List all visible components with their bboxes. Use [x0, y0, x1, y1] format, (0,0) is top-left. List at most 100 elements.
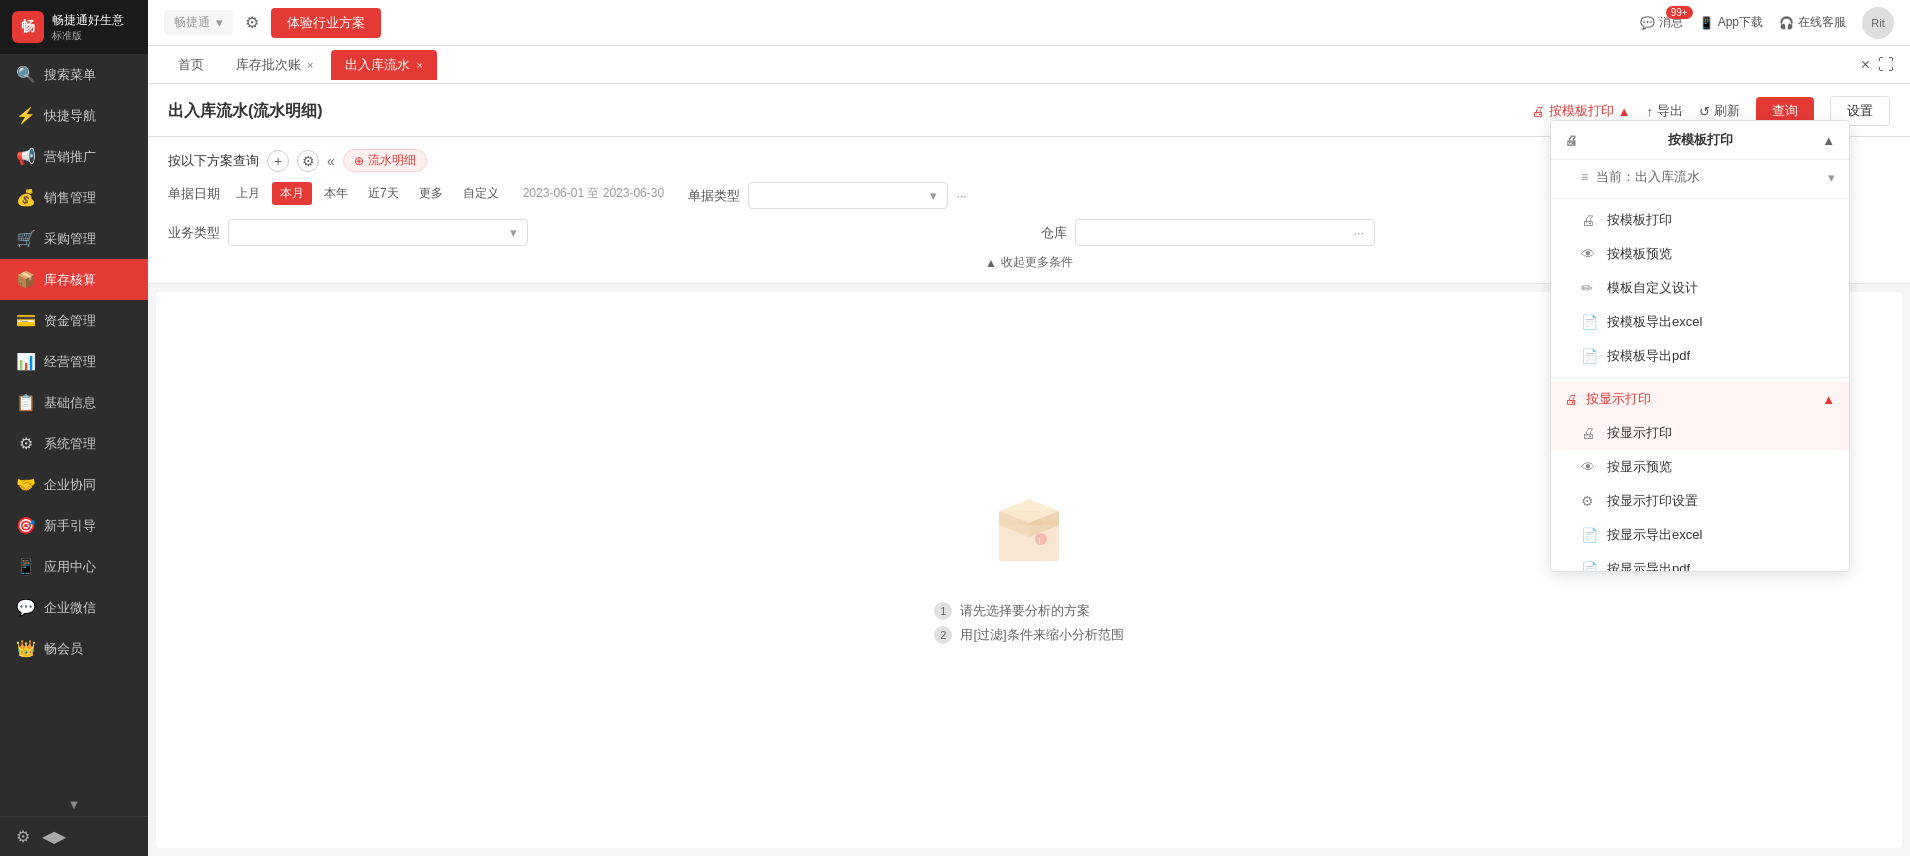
app-download-button[interactable]: 📱 App下载: [1699, 14, 1763, 31]
svg-point-6: [1035, 533, 1047, 545]
sidebar-item-wechat[interactable]: 💬 企业微信: [0, 587, 148, 628]
step-1-text: 请先选择要分析的方案: [960, 602, 1090, 620]
message-icon: 💬: [1640, 16, 1655, 30]
date-current-month[interactable]: 本月: [272, 182, 312, 205]
sidebar-item-finance-label: 资金管理: [44, 312, 96, 330]
tab-in-out-flow-close[interactable]: ×: [416, 59, 422, 71]
empty-state: ! 1 请先选择要分析的方案 2 用[过滤]条件来缩小分析范围: [934, 491, 1123, 650]
filter-business-type-label: 业务类型: [168, 224, 220, 242]
dropdown-header-icon: 🖨: [1565, 133, 1578, 148]
dropdown-item-template-export-pdf[interactable]: 📄 按模板导出pdf: [1551, 339, 1849, 373]
sidebar-footer: ⚙ ◀▶: [0, 816, 148, 856]
dropdown-collapse-arrow[interactable]: ▲: [1822, 133, 1835, 148]
tab-batch-ledger[interactable]: 库存批次账 ×: [222, 50, 327, 80]
topbar-user[interactable]: 畅捷通 ▾: [164, 10, 233, 35]
sidebar-item-system[interactable]: ⚙ 系统管理: [0, 423, 148, 464]
tab-in-out-flow[interactable]: 出入库流水 ×: [331, 50, 436, 80]
filter-business-type: 业务类型 ▾: [168, 219, 1017, 246]
topbar-actions: 💬 消息 99+ 📱 App下载 🎧 在线客服 Rit: [1640, 7, 1894, 39]
sidebar-item-beginner[interactable]: 🎯 新手引导: [0, 505, 148, 546]
filter-settings-button[interactable]: ⚙: [297, 150, 319, 172]
dropdown-item-display-export-excel[interactable]: 📄 按显示导出excel: [1551, 518, 1849, 552]
dropdown-item-display-print[interactable]: 🖨 按显示打印: [1551, 416, 1849, 450]
tab-batch-ledger-close[interactable]: ×: [307, 59, 313, 71]
filter-doc-type-select[interactable]: ▾: [748, 182, 948, 209]
collapse-label: 收起更多条件: [1001, 254, 1073, 271]
sidebar-item-purchase[interactable]: 🛒 采购管理: [0, 218, 148, 259]
sidebar-item-marketing[interactable]: 📢 营销推广: [0, 136, 148, 177]
sidebar-item-enterprise[interactable]: 🤝 企业协同: [0, 464, 148, 505]
message-badge: 99+: [1666, 6, 1693, 19]
current-arrow: ▾: [1828, 170, 1835, 185]
sidebar-item-basic-info[interactable]: 📋 基础信息: [0, 382, 148, 423]
filter-add-button[interactable]: +: [267, 150, 289, 172]
collapse-more-button[interactable]: ▲ 收起更多条件: [985, 254, 1073, 271]
window-maximize-button[interactable]: ⛶: [1878, 56, 1894, 74]
filter-tag-label: 流水明细: [368, 152, 416, 169]
sidebar-scroll-down[interactable]: ▼: [0, 793, 148, 816]
date-more[interactable]: 更多: [411, 182, 451, 205]
doc-type-more-icon[interactable]: ···: [956, 188, 967, 203]
print-template-arrow: ▲: [1618, 104, 1631, 119]
date-custom[interactable]: 自定义: [455, 182, 507, 205]
user-avatar[interactable]: Rit: [1862, 7, 1894, 39]
dropdown-item-template-custom[interactable]: ✏ 模板自定义设计: [1551, 271, 1849, 305]
inventory-icon: 📦: [16, 270, 36, 289]
display-preview-icon: 👁: [1581, 459, 1599, 475]
sidebar-item-quick-nav[interactable]: ⚡ 快捷导航: [0, 95, 148, 136]
filter-collapse-button[interactable]: «: [327, 153, 335, 169]
sidebar-nav: 🔍 搜索菜单 ⚡ 快捷导航 📢 营销推广 💰 销售管理 🛒 采购管理 📦 库存核…: [0, 54, 148, 793]
date-current-year[interactable]: 本年: [316, 182, 356, 205]
footer-collapse-icon[interactable]: ◀▶: [42, 827, 66, 846]
step-2-num: 2: [934, 626, 952, 644]
sidebar-item-operations[interactable]: 📊 经营管理: [0, 341, 148, 382]
filter-warehouse-select[interactable]: ···: [1075, 219, 1375, 246]
dropdown-item-template-export-excel[interactable]: 📄 按模板导出excel: [1551, 305, 1849, 339]
dropdown-item-template-preview[interactable]: 👁 按模板预览: [1551, 237, 1849, 271]
logo-icon: 畅: [12, 11, 44, 43]
sidebar-item-finance[interactable]: 💳 资金管理: [0, 300, 148, 341]
dropdown-item-display-export-pdf[interactable]: 📄 按显示导出pdf: [1551, 552, 1849, 571]
system-icon: ⚙: [16, 434, 36, 453]
filter-warehouse-label: 仓库: [1041, 224, 1067, 242]
dropdown-item-display-print-settings[interactable]: ⚙ 按显示打印设置: [1551, 484, 1849, 518]
message-button[interactable]: 💬 消息 99+: [1640, 14, 1683, 31]
empty-box-svg: !: [989, 491, 1069, 571]
dropdown-display-section-header[interactable]: 🖨 按显示打印 ▲: [1551, 382, 1849, 416]
page-title: 出入库流水(流水明细): [168, 101, 323, 132]
dropdown-item-template-print[interactable]: 🖨 按模板打印: [1551, 203, 1849, 237]
display-export-pdf-label: 按显示导出pdf: [1607, 560, 1690, 571]
sidebar-item-inventory[interactable]: 📦 库存核算: [0, 259, 148, 300]
date-last-7-days[interactable]: 近7天: [360, 182, 407, 205]
purchase-icon: 🛒: [16, 229, 36, 248]
sidebar-item-app-center-label: 应用中心: [44, 558, 96, 576]
filter-tag-flow[interactable]: ⊕ 流水明细: [343, 149, 427, 172]
date-prev-month[interactable]: 上月: [228, 182, 268, 205]
filter-business-select[interactable]: ▾: [228, 219, 528, 246]
app-center-icon: 📱: [16, 557, 36, 576]
warehouse-more[interactable]: ···: [1353, 225, 1364, 240]
dropdown-item-display-preview[interactable]: 👁 按显示预览: [1551, 450, 1849, 484]
footer-settings-icon[interactable]: ⚙: [16, 827, 30, 846]
print-template-button[interactable]: 🖨 按模板打印 ▲: [1532, 102, 1631, 120]
refresh-label: 刷新: [1714, 102, 1740, 120]
marketing-icon: 📢: [16, 147, 36, 166]
topbar-settings-icon[interactable]: ⚙: [245, 13, 259, 32]
template-export-excel-label: 按模板导出excel: [1607, 313, 1702, 331]
sidebar-item-system-label: 系统管理: [44, 435, 96, 453]
sidebar-item-app-center[interactable]: 📱 应用中心: [0, 546, 148, 587]
enterprise-icon: 🤝: [16, 475, 36, 494]
window-close-button[interactable]: ×: [1861, 56, 1870, 74]
trial-button[interactable]: 体验行业方案: [271, 8, 381, 38]
refresh-button[interactable]: ↺ 刷新: [1699, 102, 1740, 120]
template-export-pdf-label: 按模板导出pdf: [1607, 347, 1690, 365]
export-button[interactable]: ↑ 导出: [1647, 102, 1684, 120]
sidebar-item-member[interactable]: 👑 畅会员: [0, 628, 148, 669]
filter-date-item: 单据日期 上月 本月 本年 近7天 更多 自定义 2023-06-01 至 20…: [168, 182, 664, 205]
dropdown-current-item[interactable]: ≡ 当前：出入库流水 ▾: [1551, 160, 1849, 194]
sidebar-item-sales[interactable]: 💰 销售管理: [0, 177, 148, 218]
sidebar-item-sales-label: 销售管理: [44, 189, 96, 207]
tab-home[interactable]: 首页: [164, 50, 218, 80]
sidebar-item-search[interactable]: 🔍 搜索菜单: [0, 54, 148, 95]
online-service-button[interactable]: 🎧 在线客服: [1779, 14, 1846, 31]
